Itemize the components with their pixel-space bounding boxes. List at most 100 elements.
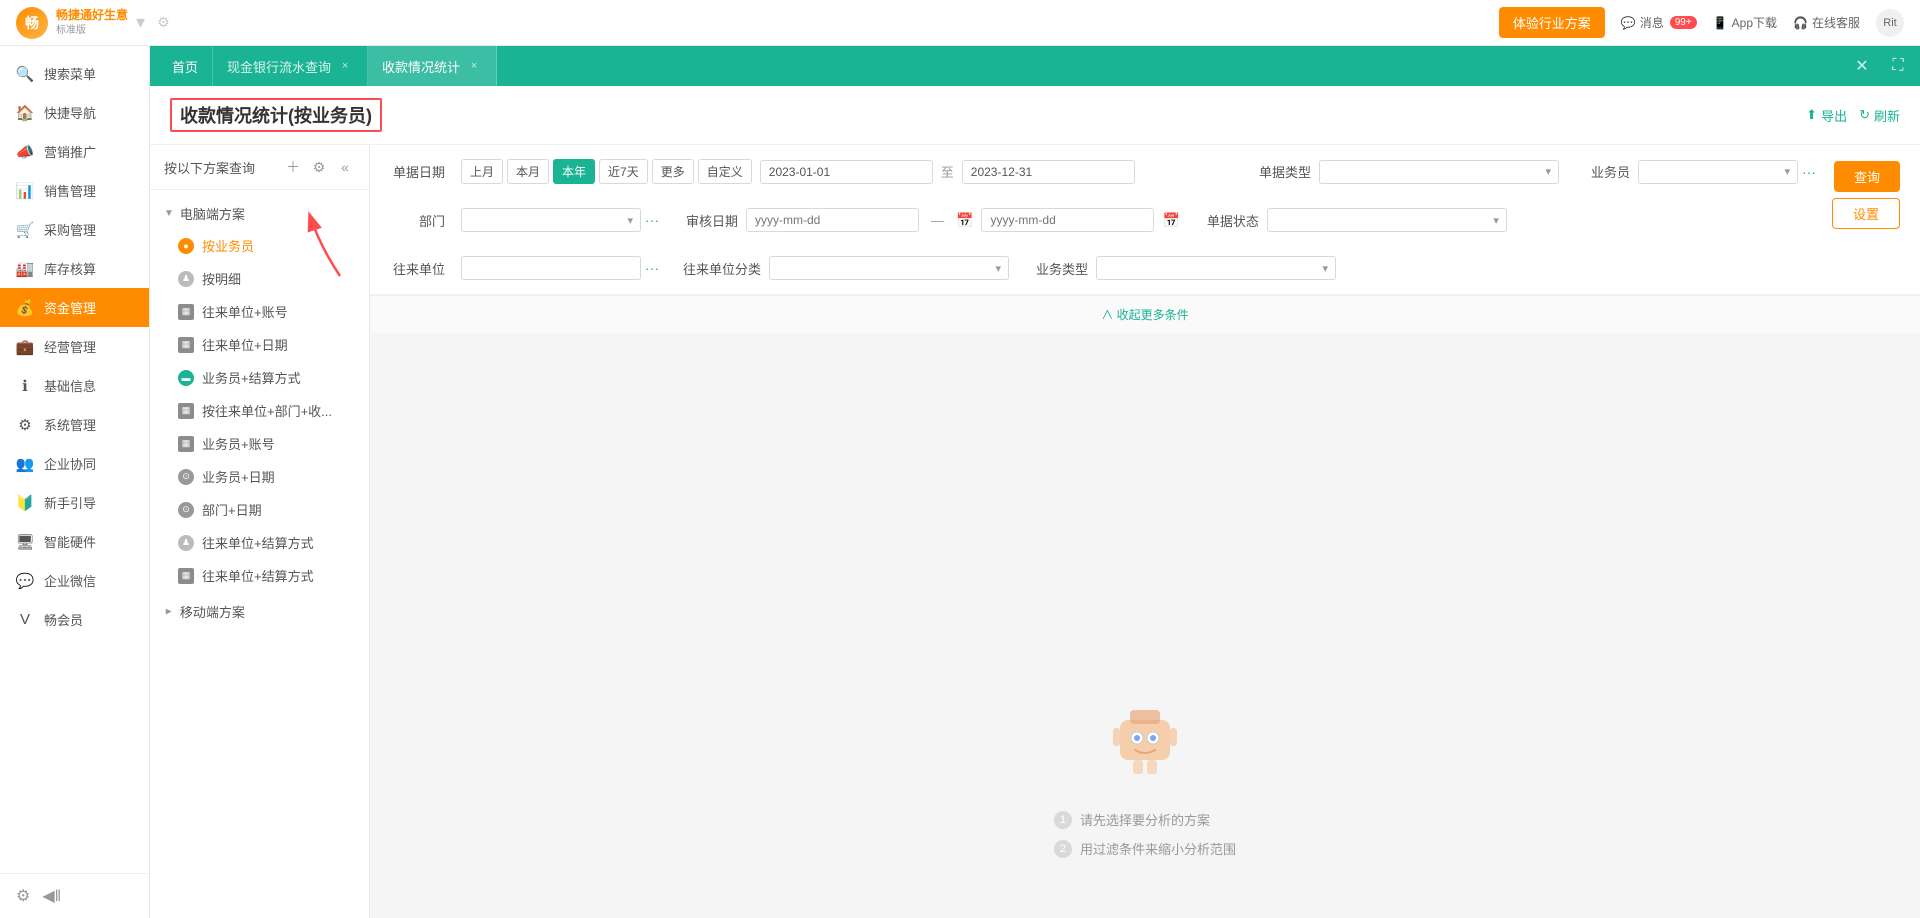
top-bar: 畅 畅捷通好生意 标准版 ▾ ⚙ 体验行业方案 💬 消息 99+ 📱 App下载… [0,0,1920,46]
shortcut-custom[interactable]: 自定义 [698,159,752,184]
home-icon: 🏠 [16,104,34,122]
tab-cashflow[interactable]: 现金银行流水查询 × [213,46,368,86]
app-download-group[interactable]: 📱 App下载 [1713,14,1777,31]
tip-num-2: 2 [1054,840,1072,858]
tab-cashflow-label: 现金银行流水查询 [227,57,331,76]
salesperson-more-btn[interactable]: ··· [1802,164,1816,180]
close-tab-btn[interactable]: ✕ [1848,52,1876,80]
calendar-icon-from[interactable]: 📅 [956,212,973,229]
sidebar-item-sales[interactable]: 📊 销售管理 [0,171,149,210]
top-bar-right: 体验行业方案 💬 消息 99+ 📱 App下载 🎧 在线客服 Rit [1499,7,1904,38]
sidebar-item-system[interactable]: ⚙ 系统管理 [0,405,149,444]
scheme-item-salesperson[interactable]: ● 按业务员 [150,229,369,262]
user-avatar[interactable]: Rit [1876,9,1904,37]
refresh-icon: ↻ [1859,107,1870,123]
scheme-item-unit-date[interactable]: ▦ 往来单位+日期 [150,328,369,361]
dept-label: 部门 [390,211,445,230]
sidebar-item-wechat[interactable]: 💬 企业微信 [0,561,149,600]
scheme-icon-table5: ▦ [178,568,194,584]
sidebar-nav: 🔍 搜索菜单 🏠 快捷导航 📣 营销推广 📊 销售管理 🛒 采购管理 🏭 [0,46,149,873]
biztype-select[interactable] [1096,256,1336,280]
scheme-item-unit-settle2[interactable]: ▦ 往来单位+结算方式 [150,559,369,592]
scheme-icon-table3: ▦ [178,403,194,419]
shortcut-7days[interactable]: 近7天 [599,159,648,184]
sidebar-item-search[interactable]: 🔍 搜索菜单 [0,54,149,93]
sidebar-item-purchase[interactable]: 🛒 采购管理 [0,210,149,249]
sidebar-gear-icon[interactable]: ⚙ [16,886,30,906]
trial-button[interactable]: 体验行业方案 [1499,7,1605,38]
scheme-group-mobile-header[interactable]: ▼ 移动端方案 [150,596,369,627]
tab-cashflow-close[interactable]: × [337,58,353,74]
counterpart-category-select[interactable] [769,256,1009,280]
maximize-btn[interactable]: ⛶ [1884,52,1912,80]
scheme-item-unit-dept[interactable]: ▦ 按往来单位+部门+收... [150,394,369,427]
tab-home[interactable]: 首页 [158,46,213,86]
salesperson-select[interactable] [1638,160,1798,184]
dept-more-btn[interactable]: ··· [645,212,659,228]
sidebar-item-hardware[interactable]: 🖥 智能硬件 [0,522,149,561]
add-scheme-btn[interactable]: ＋ [283,157,303,177]
export-button[interactable]: ⬆ 导出 [1806,106,1847,125]
scheme-item-label: 按往来单位+部门+收... [202,401,332,420]
edition-label: 标准版 [56,24,128,37]
scheme-item-label: 按明细 [202,269,241,288]
calendar-icon-to[interactable]: 📅 [1162,212,1179,229]
scheme-collapse-btn[interactable]: « [335,157,355,177]
scheme-item-unit-account[interactable]: ▦ 往来单位+账号 [150,295,369,328]
scheme-item-salesperson-account[interactable]: ▦ 业务员+账号 [150,427,369,460]
docstatus-select[interactable] [1267,208,1507,232]
dept-select[interactable] [461,208,641,232]
counterpart-input[interactable] [461,256,641,280]
settings-button[interactable]: 设置 [1832,198,1900,229]
page-title: 收款情况统计(按业务员) [170,98,382,132]
tab-home-label: 首页 [172,57,198,76]
dropdown-icon[interactable]: ▾ [136,12,145,33]
scheme-settings-btn[interactable]: ⚙ [309,157,329,177]
sidebar-item-collab[interactable]: 👥 企业协同 [0,444,149,483]
shortcut-thismonth[interactable]: 本月 [507,159,549,184]
shortcut-lastmonth[interactable]: 上月 [461,159,503,184]
message-icon: 💬 [1621,16,1636,30]
sidebar-item-guide[interactable]: 🔰 新手引导 [0,483,149,522]
sidebar-item-inventory[interactable]: 🏭 库存核算 [0,249,149,288]
sidebar-item-quicknav[interactable]: 🏠 快捷导航 [0,93,149,132]
scheme-item-unit-settle1[interactable]: ♟ 往来单位+结算方式 [150,526,369,559]
scheme-item-salesperson-date[interactable]: ⊙ 业务员+日期 [150,460,369,493]
review-date-from[interactable] [746,208,919,232]
sidebar-item-ops[interactable]: 💼 经营管理 [0,327,149,366]
sidebar: 🔍 搜索菜单 🏠 快捷导航 📣 营销推广 📊 销售管理 🛒 采购管理 🏭 [0,46,150,918]
scheme-icon-table2: ▦ [178,337,194,353]
wechat-icon: 💬 [16,572,34,590]
date-to-input[interactable] [962,160,1135,184]
date-range-separator: 至 [941,162,954,181]
scheme-item-label: 往来单位+结算方式 [202,533,314,552]
collapse-bar[interactable]: ∧ 收起更多条件 [370,295,1920,333]
review-date-to[interactable] [981,208,1154,232]
sidebar-bottom: ⚙ ◀‖ [0,873,149,918]
scheme-item-salesperson-settle[interactable]: ▬ 业务员+结算方式 [150,361,369,394]
shortcut-more[interactable]: 更多 [652,159,694,184]
sidebar-item-finance[interactable]: 💰 资金管理 [0,288,149,327]
sidebar-item-member[interactable]: V 畅会员 [0,600,149,639]
shortcut-thisyear[interactable]: 本年 [553,159,595,184]
sidebar-item-label: 经营管理 [44,337,96,356]
filter-row-counterpart: 往来单位 ··· 往来单位分类 [390,256,1816,280]
refresh-button[interactable]: ↻ 刷新 [1859,106,1900,125]
scheme-group-desktop-header[interactable]: ▼ 电脑端方案 [150,198,369,229]
query-button[interactable]: 查询 [1834,161,1900,192]
sidebar-collapse-icon[interactable]: ◀‖ [42,886,61,906]
online-service-group[interactable]: 🎧 在线客服 [1793,14,1860,31]
sidebar-item-basicinfo[interactable]: ℹ 基础信息 [0,366,149,405]
tab-collection-close[interactable]: × [466,58,482,74]
scheme-item-dept-date[interactable]: ⊙ 部门+日期 [150,493,369,526]
settings-icon[interactable]: ⚙ [157,14,170,31]
counterpart-more-btn[interactable]: ··· [645,260,659,276]
messages-group[interactable]: 💬 消息 99+ [1621,14,1697,31]
doctype-select[interactable] [1319,160,1559,184]
tab-collection[interactable]: 收款情况统计 × [368,46,497,86]
scheme-item-detail[interactable]: ♟ 按明细 [150,262,369,295]
export-icon: ⬆ [1806,107,1817,123]
sidebar-item-marketing[interactable]: 📣 营销推广 [0,132,149,171]
date-from-input[interactable] [760,160,933,184]
scheme-icon-person2: ♟ [178,271,194,287]
